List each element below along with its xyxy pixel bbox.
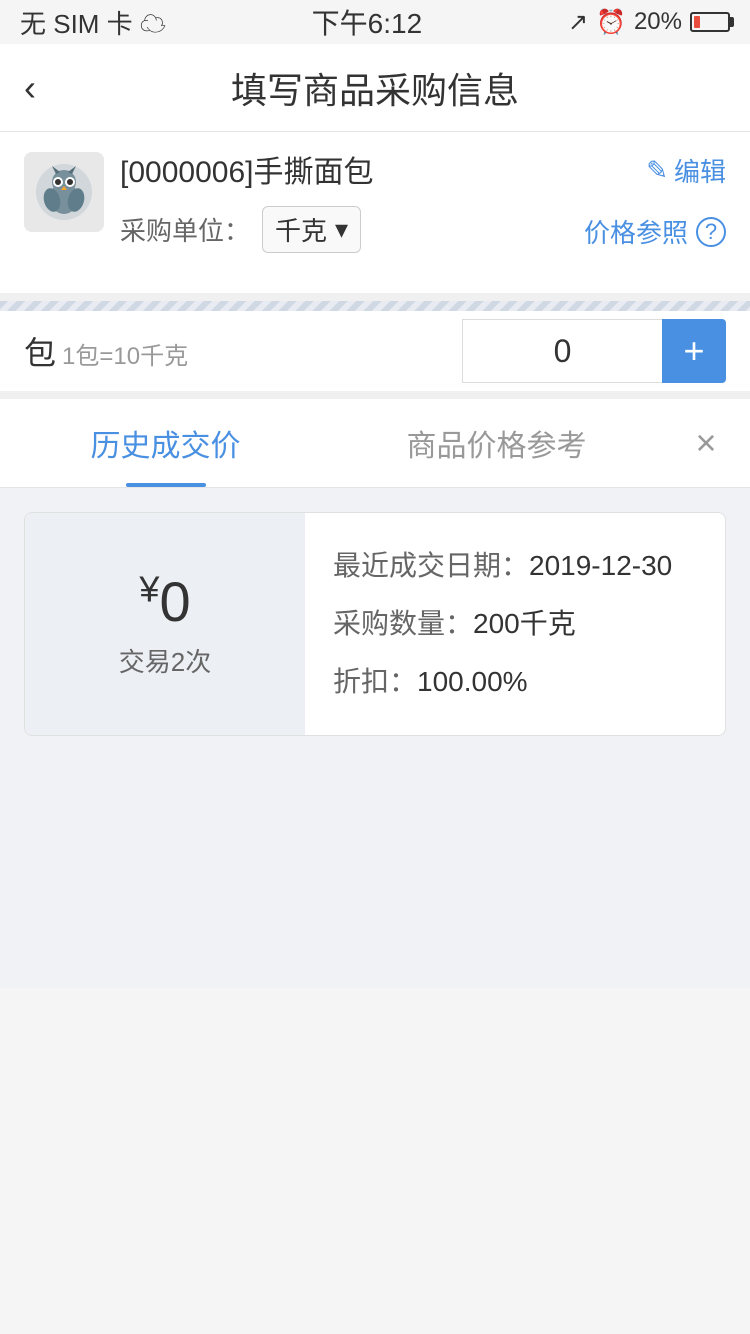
- quantity-plus-button[interactable]: +: [662, 319, 726, 383]
- help-icon[interactable]: ?: [696, 217, 726, 247]
- status-bar: 无 SIM 卡 ☁ 下午6:12 ↗ ⏰ 20%: [0, 0, 750, 44]
- quantity-row: 包 1包=10千克 +: [0, 311, 750, 399]
- status-time: 下午6:12: [312, 2, 423, 42]
- battery-percent: 20%: [634, 8, 682, 36]
- signal-text: 无 SIM 卡 ☁: [20, 4, 166, 41]
- discount-value: 100.00%: [417, 666, 528, 697]
- price-card-left: ¥0 交易2次: [25, 513, 305, 735]
- unit-tag: 包 1包=10千克: [24, 328, 188, 374]
- discount-row: 折扣：100.00%: [333, 661, 697, 703]
- recent-date-row: 最近成交日期：2019-12-30: [333, 545, 697, 587]
- back-button[interactable]: ‹: [24, 67, 36, 109]
- dropdown-icon: ▾: [335, 214, 348, 245]
- product-thumbnail: [24, 152, 104, 232]
- quantity-row-detail: 采购数量：200千克: [333, 603, 697, 645]
- price-card: ¥0 交易2次 最近成交日期：2019-12-30 采购数量：200千克 折扣：…: [24, 512, 726, 736]
- quantity-input[interactable]: [462, 319, 662, 383]
- location-icon: ↗: [568, 8, 588, 37]
- alarm-icon: ⏰: [596, 8, 626, 37]
- battery-icon: [690, 12, 730, 32]
- nav-bar: ‹ 填写商品采购信息: [0, 44, 750, 132]
- unit-label: 采购单位：: [120, 211, 250, 248]
- unit-tag-sub: 1包=10千克: [62, 336, 188, 371]
- product-left: [0000006]手撕面包 采购单位： 千克 ▾: [24, 152, 373, 253]
- product-info: [0000006]手撕面包 采购单位： 千克 ▾: [120, 152, 373, 253]
- product-header: [0000006]手撕面包 采购单位： 千克 ▾ ✎ 编辑 价格参照 ?: [24, 152, 726, 253]
- price-value: 0: [159, 570, 190, 633]
- unit-tag-main: 包: [24, 328, 56, 374]
- status-right: ↗ ⏰ 20%: [568, 8, 730, 37]
- purchase-unit-row: 采购单位： 千克 ▾: [120, 206, 373, 253]
- price-ref-link[interactable]: 价格参照: [584, 213, 688, 250]
- currency-symbol: ¥: [139, 569, 159, 610]
- price-display: ¥0: [139, 569, 190, 635]
- discount-label: 折扣：: [333, 666, 417, 697]
- edit-button[interactable]: ✎ 编辑: [646, 152, 726, 189]
- product-section: [0000006]手撕面包 采购单位： 千克 ▾ ✎ 编辑 价格参照 ?: [0, 132, 750, 301]
- product-name: [0000006]手撕面包: [120, 152, 373, 194]
- page-title: 填写商品采购信息: [231, 62, 519, 114]
- recent-date-label: 最近成交日期：: [333, 550, 529, 581]
- unit-select[interactable]: 千克 ▾: [262, 206, 361, 253]
- edit-icon: ✎: [646, 155, 668, 186]
- trade-count: 交易2次: [119, 642, 211, 679]
- back-icon: ‹: [24, 67, 36, 109]
- tab-product-price-ref[interactable]: 商品价格参考: [331, 399, 662, 487]
- price-ref-row: 价格参照 ?: [584, 213, 726, 250]
- recent-date-value: 2019-12-30: [529, 550, 672, 581]
- price-card-right: 最近成交日期：2019-12-30 采购数量：200千克 折扣：100.00%: [305, 513, 725, 735]
- stripe-divider: [0, 301, 750, 311]
- tab-close-button[interactable]: ×: [662, 399, 750, 487]
- tab-bar: 历史成交价 商品价格参考 ×: [0, 399, 750, 488]
- quantity-input-area: +: [188, 319, 726, 383]
- quantity-label: 采购数量：: [333, 608, 473, 639]
- content-area: ¥0 交易2次 最近成交日期：2019-12-30 采购数量：200千克 折扣：…: [0, 488, 750, 988]
- status-left: 无 SIM 卡 ☁: [20, 4, 166, 41]
- product-logo-icon: [34, 162, 94, 222]
- tab-history-price[interactable]: 历史成交价: [0, 399, 331, 487]
- quantity-value: 200千克: [473, 608, 576, 639]
